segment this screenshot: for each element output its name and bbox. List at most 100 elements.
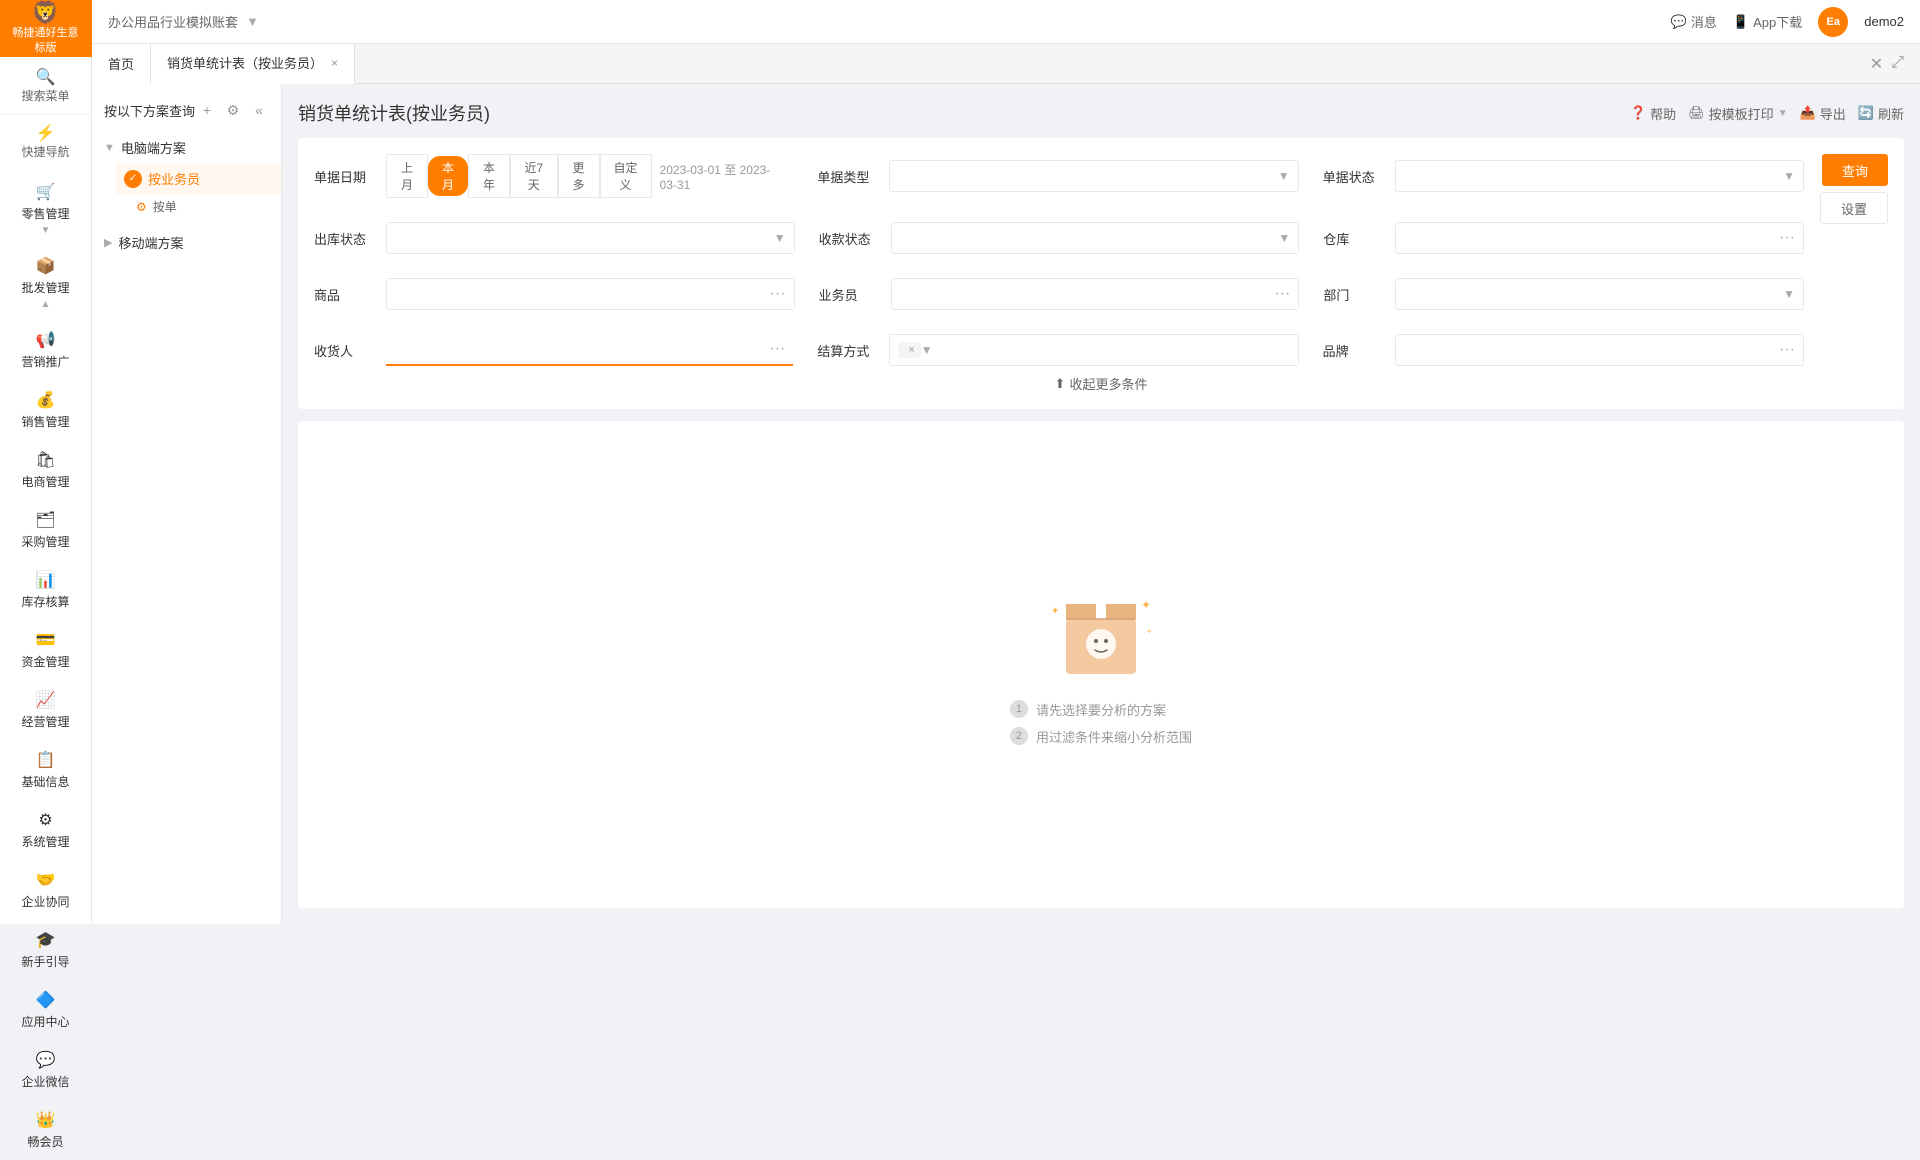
export-btn[interactable]: 📤 导出 bbox=[1800, 104, 1846, 123]
more-btn[interactable]: 更多 bbox=[558, 154, 600, 198]
hint-num-2: 2 bbox=[1010, 727, 1028, 745]
marketing-label: 营销推广 bbox=[21, 353, 69, 370]
doc-type-field[interactable]: ▼ bbox=[889, 160, 1298, 192]
tab-close-btn[interactable]: × bbox=[331, 56, 338, 70]
sidebar-item-apps[interactable]: 🔷 应用中心 bbox=[0, 980, 91, 1040]
refresh-icon: 🔄 bbox=[1858, 105, 1874, 121]
settlement-tag-close-btn[interactable]: × bbox=[908, 344, 914, 356]
sub-icon: ⚙ bbox=[136, 200, 147, 214]
tree-node-desktop[interactable]: ▼ 电脑端方案 bbox=[92, 132, 281, 163]
settlement-field[interactable]: × ▼ bbox=[889, 334, 1298, 366]
top-header: 办公用品行业模拟账套 ▼ 💬 消息 📱 App下载 Ea demo2 bbox=[92, 0, 1920, 44]
print-dropdown-icon: ▼ bbox=[1778, 108, 1788, 119]
sidebar-item-retail[interactable]: 🛒 零售管理 ▼ bbox=[0, 172, 91, 246]
sales-label: 销售管理 bbox=[21, 413, 69, 430]
purchase-label: 采购管理 bbox=[21, 533, 69, 550]
last7-btn[interactable]: 近7天 bbox=[510, 154, 558, 198]
svg-text:✦: ✦ bbox=[1051, 606, 1059, 617]
sidebar-item-operations[interactable]: 📈 经营管理 bbox=[0, 680, 91, 740]
newbie-label: 新手引导 bbox=[21, 953, 69, 970]
tree-sub-by-order[interactable]: ⚙ 按单 bbox=[116, 194, 281, 219]
title-actions: ❓ 帮助 🖨 按模板打印 ▼ 📤 导出 🔄 bbox=[1630, 104, 1904, 123]
svg-text:✦: ✦ bbox=[1146, 627, 1153, 636]
this-month-btn[interactable]: 本月 bbox=[428, 156, 468, 196]
user-name[interactable]: demo2 bbox=[1864, 14, 1904, 29]
sidebar-item-purchase[interactable]: 🗂 采购管理 bbox=[0, 500, 91, 560]
app-download-btn[interactable]: 📱 App下载 bbox=[1733, 12, 1802, 31]
brand-field[interactable]: ··· bbox=[1395, 334, 1804, 366]
home-tab-label: 首页 bbox=[108, 54, 134, 73]
department-field[interactable]: ▼ bbox=[1395, 278, 1804, 310]
sidebar-item-member[interactable]: 👑 畅会员 bbox=[0, 1100, 91, 1160]
product-dots-icon: ··· bbox=[770, 285, 786, 303]
retail-label: 零售管理 bbox=[21, 205, 69, 222]
product-field[interactable]: ··· bbox=[386, 278, 795, 310]
tree-node-by-salesperson[interactable]: ✓ 按业务员 bbox=[116, 163, 281, 194]
filter-row-1: 单据日期 上月 本月 本年 近7天 更多 自定义 2023-03-01 至 20… bbox=[314, 154, 1804, 198]
sidebar-item-enterprise[interactable]: 🤝 企业协同 bbox=[0, 860, 91, 920]
receiver-field[interactable]: ··· bbox=[386, 334, 793, 366]
empty-hint-2: 2 用过滤条件来缩小分析范围 bbox=[1010, 727, 1192, 746]
settings-scheme-btn[interactable]: ⚙ bbox=[223, 100, 243, 120]
sidebar-item-wholesale[interactable]: 📦 批发管理 ▲ bbox=[0, 246, 91, 320]
hint-num-1: 1 bbox=[1010, 700, 1028, 718]
page-title: 销货单统计表(按业务员) bbox=[298, 100, 490, 126]
tab-sales-stat[interactable]: 销货单统计表（按业务员） × bbox=[151, 44, 355, 84]
sidebar-quick-nav[interactable]: ⚡ 快捷导航 bbox=[0, 115, 91, 168]
salesperson-field[interactable]: ··· bbox=[891, 278, 1300, 310]
ecommerce-icon: 🛍 bbox=[35, 450, 55, 470]
user-avatar[interactable]: Ea bbox=[1818, 7, 1848, 37]
wechat-label: 企业微信 bbox=[21, 1073, 69, 1090]
member-label: 畅会员 bbox=[27, 1133, 63, 1150]
sidebar-item-inventory[interactable]: 📊 库存核算 bbox=[0, 560, 91, 620]
sidebar-item-newbie[interactable]: 🎓 新手引导 bbox=[0, 920, 91, 980]
main-content: 办公用品行业模拟账套 ▼ 💬 消息 📱 App下载 Ea demo2 bbox=[92, 0, 1920, 924]
sidebar-item-sales[interactable]: 💰 销售管理 bbox=[0, 380, 91, 440]
maximize-icon[interactable]: ⤢ bbox=[1891, 54, 1904, 74]
warehouse-field[interactable]: ··· bbox=[1395, 222, 1804, 254]
doc-status-field[interactable]: ▼ bbox=[1395, 160, 1804, 192]
message-btn[interactable]: 💬 消息 bbox=[1671, 12, 1717, 31]
date-label: 单据日期 bbox=[314, 167, 370, 186]
payment-status-arrow-icon: ▼ bbox=[1278, 231, 1290, 245]
window-close-icon[interactable]: ✕ bbox=[1870, 54, 1883, 74]
ship-status-field[interactable]: ▼ bbox=[386, 222, 795, 254]
sidebar-search[interactable]: 🔍 搜索菜单 bbox=[0, 57, 91, 115]
tab-home[interactable]: 首页 bbox=[92, 44, 151, 84]
breadcrumb-text: 办公用品行业模拟账套 bbox=[108, 12, 238, 31]
logo-text-line2: 标版 bbox=[35, 41, 57, 56]
warehouse-dots-icon: ··· bbox=[1779, 229, 1795, 247]
this-year-btn[interactable]: 本年 bbox=[468, 154, 510, 198]
query-button[interactable]: 查询 bbox=[1822, 154, 1888, 186]
wholesale-icon: 📦 bbox=[36, 256, 56, 276]
collapse-more-btn[interactable]: ⬆ 收起更多条件 bbox=[314, 366, 1888, 393]
inventory-icon: 📊 bbox=[36, 570, 56, 590]
help-btn[interactable]: ❓ 帮助 bbox=[1630, 104, 1676, 123]
sidebar-item-wechat[interactable]: 💬 企业微信 bbox=[0, 1040, 91, 1100]
sidebar-item-system[interactable]: ⚙ 系统管理 bbox=[0, 800, 91, 860]
collapse-panel-btn[interactable]: « bbox=[249, 100, 269, 120]
doc-status-arrow-icon: ▼ bbox=[1783, 169, 1795, 183]
message-icon: 💬 bbox=[1671, 14, 1687, 30]
salesperson-label: 业务员 bbox=[819, 285, 875, 304]
payment-status-field[interactable]: ▼ bbox=[891, 222, 1300, 254]
sidebar-item-finance[interactable]: 💳 资金管理 bbox=[0, 620, 91, 680]
settlement-tag: × bbox=[898, 342, 920, 358]
add-scheme-btn[interactable]: + bbox=[197, 100, 217, 120]
basic-label: 基础信息 bbox=[21, 773, 69, 790]
operations-label: 经营管理 bbox=[21, 713, 69, 730]
app-logo[interactable]: 🦁 畅捷通好生意 标版 bbox=[0, 0, 92, 57]
custom-btn[interactable]: 自定义 bbox=[600, 154, 652, 198]
last-month-btn[interactable]: 上月 bbox=[386, 154, 428, 198]
message-label: 消息 bbox=[1691, 12, 1717, 31]
refresh-btn[interactable]: 🔄 刷新 bbox=[1858, 104, 1904, 123]
sidebar-item-basic[interactable]: 📋 基础信息 bbox=[0, 740, 91, 800]
sidebar-item-marketing[interactable]: 📢 营销推广 bbox=[0, 320, 91, 380]
settings-button[interactable]: 设置 bbox=[1820, 192, 1888, 224]
sidebar-item-ecommerce[interactable]: 🛍 电商管理 bbox=[0, 440, 91, 500]
tree-node-mobile[interactable]: ▶ 移动端方案 bbox=[92, 227, 281, 258]
doc-type-label: 单据类型 bbox=[817, 167, 873, 186]
sidebar: 🦁 畅捷通好生意 标版 🔍 搜索菜单 ⚡ 快捷导航 🛒 零售管理 ▼ 📦 批发管… bbox=[0, 0, 92, 924]
print-btn[interactable]: 🖨 按模板打印 ▼ bbox=[1688, 104, 1787, 123]
breadcrumb-dropdown[interactable]: ▼ bbox=[246, 14, 259, 29]
